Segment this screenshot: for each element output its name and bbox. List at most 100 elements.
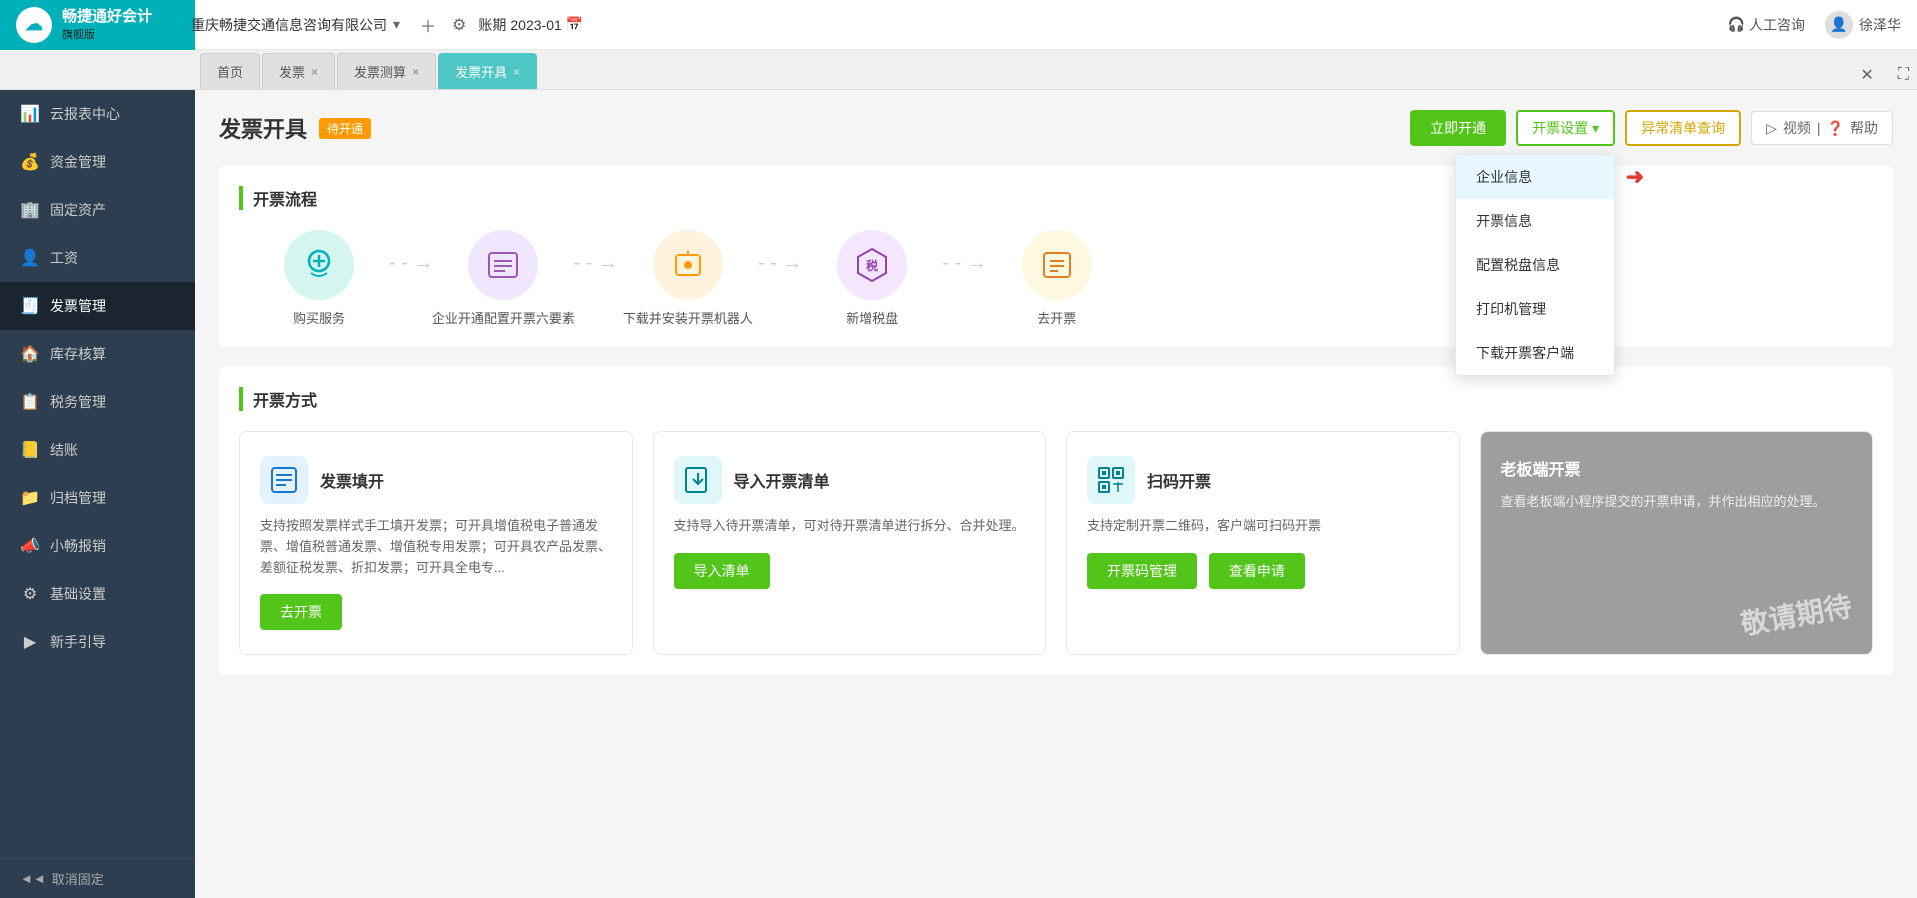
sidebar-item-fixed-assets[interactable]: 🏢 固定资产 bbox=[0, 186, 195, 234]
method-fill-btn[interactable]: 去开票 bbox=[260, 594, 342, 630]
sidebar-item-cloud-report[interactable]: 📊 云报表中心 bbox=[0, 90, 195, 138]
flow-step-5-icon bbox=[1022, 230, 1092, 300]
tab-home[interactable]: 首页 bbox=[200, 53, 260, 89]
close-invoice-tab[interactable]: × bbox=[311, 65, 318, 79]
red-arrow-icon: ➜ bbox=[1626, 164, 1644, 190]
method-card-import: 导入开票清单 支持导入待开票清单，可对待开票清单进行拆分、合并处理。 导入清单 bbox=[653, 431, 1047, 655]
tab-invoice[interactable]: 发票 × bbox=[262, 53, 335, 89]
svg-text:税: 税 bbox=[866, 258, 878, 273]
user-info[interactable]: 👤 徐泽华 bbox=[1825, 11, 1901, 39]
settings-icon[interactable]: ⚙ bbox=[452, 15, 466, 35]
dropdown-item-company[interactable]: 企业信息 ➜ bbox=[1456, 155, 1614, 199]
basic-settings-icon: ⚙ bbox=[20, 584, 40, 604]
sidebar-cancel-fixed[interactable]: ◄◄ 取消固定 bbox=[0, 858, 195, 898]
method-import-btn[interactable]: 导入清单 bbox=[674, 553, 770, 589]
dropdown-item-tax-config[interactable]: 配置税盘信息 bbox=[1456, 243, 1614, 287]
sidebar-item-basic-settings[interactable]: ⚙ 基础设置 bbox=[0, 570, 195, 618]
pin-icon: ◄◄ bbox=[20, 871, 46, 886]
inventory-icon: 🏠 bbox=[20, 344, 40, 364]
abnormal-list-btn[interactable]: 异常清单查询 bbox=[1625, 110, 1741, 146]
tab-invoice-calc[interactable]: 发票测算 × bbox=[337, 53, 436, 89]
closing-icon: 📒 bbox=[20, 440, 40, 460]
logo-icon: ☁ bbox=[16, 7, 52, 43]
expense-icon: 📣 bbox=[20, 536, 40, 556]
consult-btn[interactable]: 🎧 人工咨询 bbox=[1728, 15, 1805, 35]
method-scan-btn2[interactable]: 查看申请 bbox=[1209, 553, 1305, 589]
methods-section: 开票方式 发票填开 支持按照发票样式手工填开发票；可开具增值税电子普通发票、增值… bbox=[219, 367, 1893, 675]
method-import-header: 导入开票清单 bbox=[674, 456, 1026, 504]
method-card-scan: 扫码开票 支持定制开票二维码，客户端可扫码开票 开票码管理 查看申请 bbox=[1066, 431, 1460, 655]
close-invoice-calc-tab[interactable]: × bbox=[412, 65, 419, 79]
tab-invoice-issue[interactable]: 发票开具 × bbox=[438, 53, 537, 89]
settings-dropdown-menu: 企业信息 ➜ 开票信息 配置税盘信息 打印机管理 bbox=[1455, 154, 1615, 376]
dropdown-item-printer[interactable]: 打印机管理 bbox=[1456, 287, 1614, 331]
username: 徐泽华 bbox=[1859, 15, 1901, 35]
method-scan-icon bbox=[1087, 456, 1135, 504]
method-import-desc: 支持导入待开票清单，可对待开票清单进行拆分、合并处理。 bbox=[674, 516, 1026, 537]
sidebar-item-inventory[interactable]: 🏠 库存核算 bbox=[0, 330, 195, 378]
video-help-btn[interactable]: ▷ 视频 | ❓ 帮助 bbox=[1751, 111, 1893, 145]
add-icon[interactable]: ＋ bbox=[420, 13, 436, 37]
company-name: 重庆畅捷交通信息咨询有限公司 bbox=[191, 15, 387, 35]
main-layout: 📊 云报表中心 💰 资金管理 🏢 固定资产 👤 工资 🧾 发票管理 🏠 bbox=[0, 90, 1917, 898]
archive-icon: 📁 bbox=[20, 488, 40, 508]
method-scan-btn[interactable]: 开票码管理 bbox=[1087, 553, 1197, 589]
method-import-icon bbox=[674, 456, 722, 504]
fixed-assets-icon: 🏢 bbox=[20, 200, 40, 220]
tab-bar: 首页 发票 × 发票测算 × 发票开具 × ✕ ⛶ bbox=[0, 50, 1917, 90]
app-logo: ☁ 畅捷通好会计 旗舰版 bbox=[0, 0, 195, 50]
sidebar-scroll: 📊 云报表中心 💰 资金管理 🏢 固定资产 👤 工资 🧾 发票管理 🏠 bbox=[0, 90, 195, 858]
logo-text: 畅捷通好会计 bbox=[62, 8, 152, 26]
activate-btn[interactable]: 立即开通 bbox=[1410, 110, 1506, 146]
page-header: 发票开具 待开通 立即开通 开票设置 ▾ 企业信息 bbox=[219, 110, 1893, 146]
page-title: 发票开具 bbox=[219, 112, 307, 144]
chevron-down-icon: ▾ bbox=[1592, 120, 1599, 137]
dropdown-item-invoice-info[interactable]: 开票信息 bbox=[1456, 199, 1614, 243]
play-icon: ▷ bbox=[1766, 120, 1777, 137]
headset-icon: 🎧 bbox=[1728, 16, 1745, 33]
dropdown-item-download-client[interactable]: 下载开票客户端 bbox=[1456, 331, 1614, 375]
page-content: 发票开具 待开通 立即开通 开票设置 ▾ 企业信息 bbox=[195, 90, 1917, 715]
flow-step-3: 下载并安装开票机器人 bbox=[608, 230, 768, 327]
calendar-icon[interactable]: 📅 bbox=[566, 16, 583, 33]
sidebar-item-tax[interactable]: 📋 税务管理 bbox=[0, 378, 195, 426]
flow-step-1-icon bbox=[284, 230, 354, 300]
flow-step-5: 去开票 bbox=[977, 230, 1137, 327]
flow-step-2: 企业开通配置开票六要素 bbox=[423, 230, 583, 327]
flow-step-3-icon bbox=[653, 230, 723, 300]
close-window-btn[interactable]: ✕ bbox=[1852, 61, 1881, 89]
company-selector[interactable]: 重庆畅捷交通信息咨询有限公司 ▾ bbox=[191, 15, 400, 35]
sidebar-item-fund[interactable]: 💰 资金管理 bbox=[0, 138, 195, 186]
flow-step-1: 购买服务 bbox=[239, 230, 399, 327]
flow-steps: 购买服务 - - → 企业开通配置开票六要素 - - → bbox=[239, 230, 1873, 327]
method-card-boss: 老板端开票 查看老板端小程序提交的开票申请，并作出相应的处理。 敬请期待 bbox=[1480, 431, 1874, 655]
method-fill-header: 发票填开 bbox=[260, 456, 612, 504]
sidebar-item-closing[interactable]: 📒 结账 bbox=[0, 426, 195, 474]
methods-section-title: 开票方式 bbox=[239, 387, 1873, 411]
cloud-report-icon: 📊 bbox=[20, 104, 40, 124]
top-bar: ☁ 畅捷通好会计 旗舰版 重庆畅捷交通信息咨询有限公司 ▾ ＋ ⚙ 账期 202… bbox=[0, 0, 1917, 50]
flow-step-2-icon bbox=[468, 230, 538, 300]
method-fill-icon bbox=[260, 456, 308, 504]
sidebar-item-invoice[interactable]: 🧾 发票管理 bbox=[0, 282, 195, 330]
chevron-down-icon: ▾ bbox=[393, 16, 400, 33]
maximize-window-btn[interactable]: ⛶ bbox=[1890, 62, 1917, 88]
tax-icon: 📋 bbox=[20, 392, 40, 412]
method-scan-title: 扫码开票 bbox=[1147, 468, 1211, 492]
flow-step-4-icon: 税 bbox=[837, 230, 907, 300]
close-invoice-issue-tab[interactable]: × bbox=[513, 65, 520, 79]
invoice-icon: 🧾 bbox=[20, 296, 40, 316]
method-boss-header: 老板端开票 bbox=[1501, 456, 1853, 480]
content-area: 发票开具 待开通 立即开通 开票设置 ▾ 企业信息 bbox=[195, 90, 1917, 898]
settings-btn[interactable]: 开票设置 ▾ bbox=[1516, 110, 1615, 146]
sidebar-item-guide[interactable]: ▶ 新手引导 bbox=[0, 618, 195, 666]
window-controls: ✕ ⛶ bbox=[1852, 61, 1917, 89]
help-icon: ❓ bbox=[1827, 120, 1844, 137]
salary-icon: 👤 bbox=[20, 248, 40, 268]
methods-grid: 发票填开 支持按照发票样式手工填开发票；可开具增值税电子普通发票、增值税普通发票… bbox=[239, 431, 1873, 655]
logo-sub: 旗舰版 bbox=[62, 26, 152, 42]
status-badge: 待开通 bbox=[319, 118, 371, 139]
sidebar-item-salary[interactable]: 👤 工资 bbox=[0, 234, 195, 282]
sidebar-item-expense[interactable]: 📣 小畅报销 bbox=[0, 522, 195, 570]
sidebar-item-archive[interactable]: 📁 归档管理 bbox=[0, 474, 195, 522]
